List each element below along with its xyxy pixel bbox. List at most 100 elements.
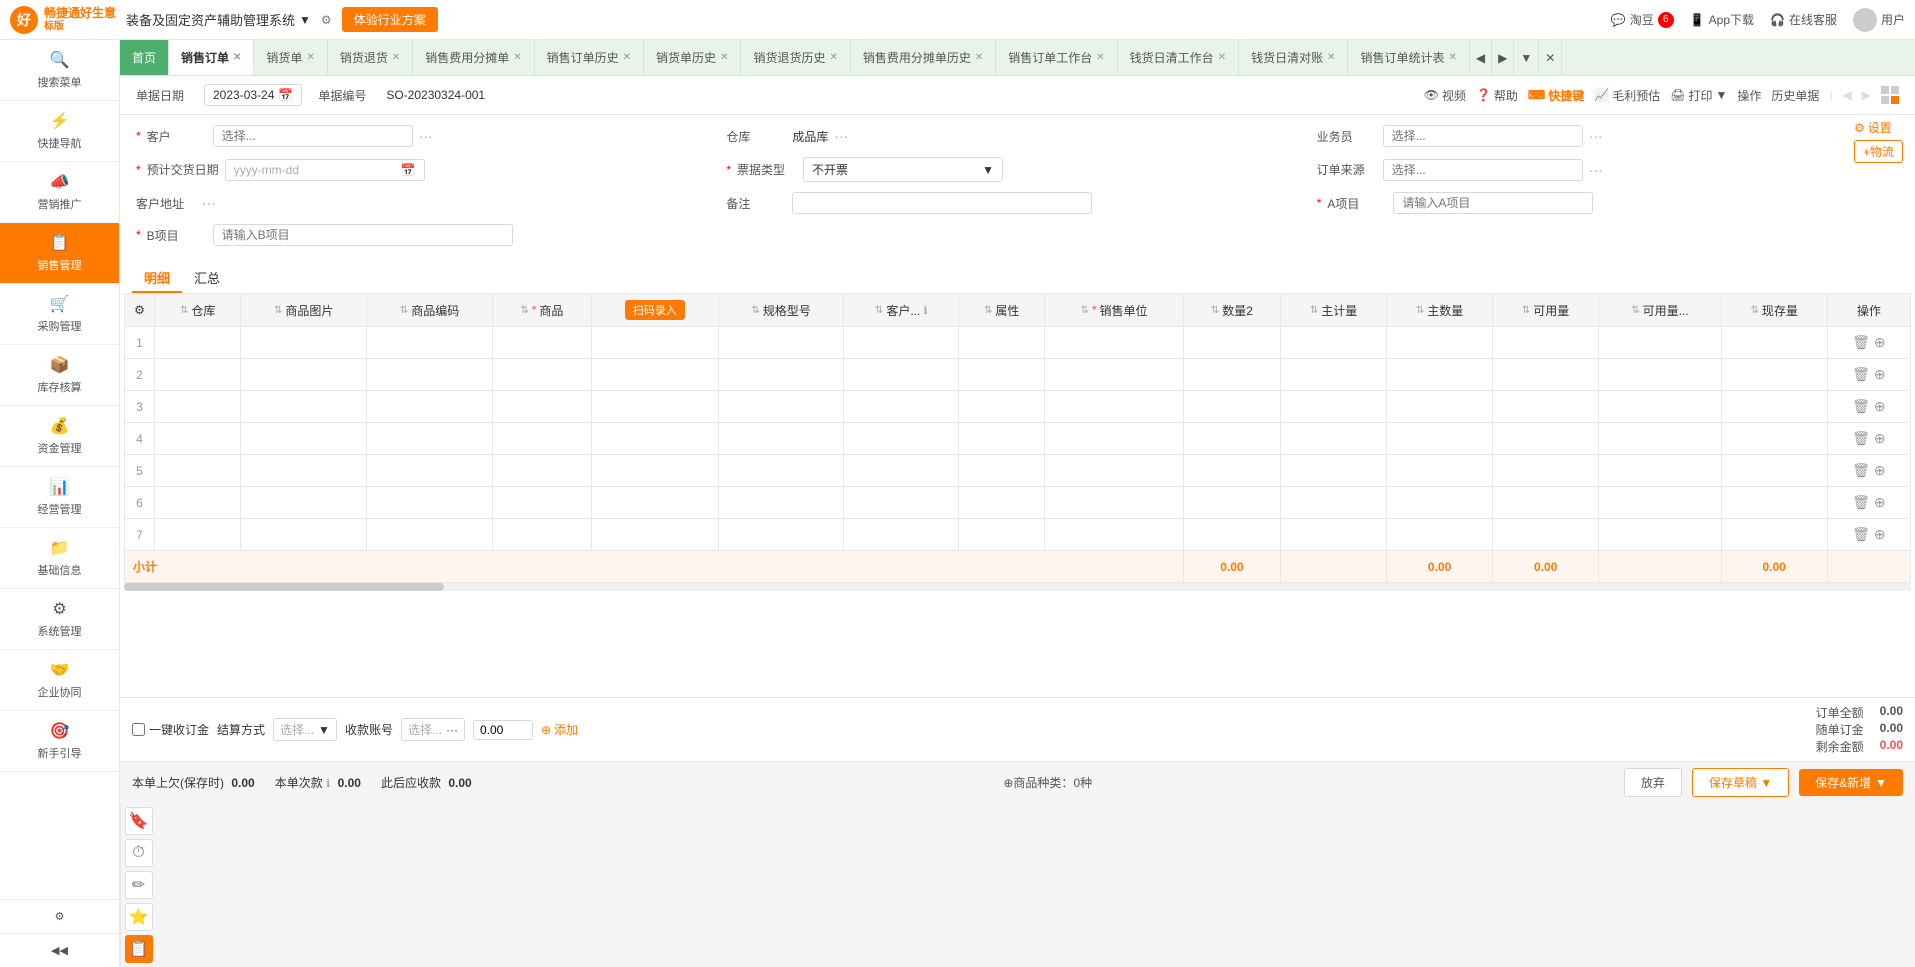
right-panel-star-icon[interactable]: ⭐ <box>125 903 153 931</box>
row-copy-icon[interactable]: ⊕ <box>1874 462 1886 479</box>
sidebar-collapse-btn[interactable]: ◀◀ <box>0 933 119 967</box>
row-customer-no[interactable] <box>844 519 959 551</box>
row-spec-model[interactable] <box>718 391 844 423</box>
account-select[interactable]: 选择... ··· <box>401 718 465 741</box>
row-spec-model[interactable] <box>718 519 844 551</box>
row-product-code[interactable] <box>367 327 493 359</box>
row-product[interactable] <box>492 455 591 487</box>
tab-close-icon[interactable]: ✕ <box>1096 52 1104 63</box>
row-customer-no[interactable] <box>844 455 959 487</box>
calendar-icon[interactable]: 📅 <box>278 88 293 102</box>
operations-btn[interactable]: 操作 <box>1737 87 1761 104</box>
app-download-item[interactable]: 📱 App下载 <box>1690 11 1754 28</box>
sidebar-item-marketing[interactable]: 📣 营销推广 <box>0 162 119 223</box>
row-attributes[interactable] <box>959 327 1045 359</box>
tab-close-icon[interactable]: ✕ <box>1218 52 1226 63</box>
row-warehouse[interactable] <box>155 519 241 551</box>
profit-btn[interactable]: 📈 毛利预估 <box>1594 87 1660 104</box>
row-product[interactable] <box>492 359 591 391</box>
row-product-code[interactable] <box>367 455 493 487</box>
row-qty2[interactable] <box>1183 423 1280 455</box>
row-product-code[interactable] <box>367 519 493 551</box>
row-qty2[interactable] <box>1183 455 1280 487</box>
tab-sales-order-history[interactable]: 销售订单历史 ✕ <box>535 40 644 76</box>
row-attributes[interactable] <box>959 391 1045 423</box>
payment-amount-input[interactable] <box>473 720 533 740</box>
tab-close-icon[interactable]: ✕ <box>513 52 521 63</box>
right-panel-clock-icon[interactable]: ⏱ <box>125 839 153 867</box>
tab-expense-history[interactable]: 销售费用分摊单历史 ✕ <box>851 40 996 76</box>
tab-summary[interactable]: 汇总 <box>182 264 232 293</box>
row-sales-unit[interactable] <box>1045 423 1183 455</box>
row-customer-no[interactable] <box>844 423 959 455</box>
tab-detail[interactable]: 明细 <box>132 264 182 293</box>
col-settings[interactable]: ⚙ <box>125 294 155 327</box>
row-attributes[interactable] <box>959 359 1045 391</box>
col-info-icon[interactable]: ℹ <box>923 304 927 317</box>
tab-close-icon[interactable]: ✕ <box>829 52 837 63</box>
row-customer-no[interactable] <box>844 359 959 391</box>
product-count-icon[interactable]: ⊕ <box>1003 776 1013 790</box>
row-qty2[interactable] <box>1183 391 1280 423</box>
row-delete-icon[interactable]: 🗑 <box>1852 334 1870 351</box>
row-main-qty[interactable] <box>1387 455 1493 487</box>
row-warehouse[interactable] <box>155 327 241 359</box>
sidebar-item-purchase[interactable]: 🛒 采购管理 <box>0 284 119 345</box>
tab-more-btn[interactable]: ▼ <box>1514 40 1539 76</box>
sidebar-item-quicknav[interactable]: ⚡ 快捷导航 <box>0 101 119 162</box>
customer-input[interactable] <box>213 125 413 147</box>
add-material-btn[interactable]: +物流 <box>1854 140 1903 163</box>
row-attributes[interactable] <box>959 455 1045 487</box>
salesperson-input[interactable] <box>1383 125 1583 147</box>
save-new-button[interactable]: 保存&新增 ▼ <box>1799 769 1903 796</box>
view-toggle-btn[interactable] <box>1881 86 1899 104</box>
tab-sales-expense[interactable]: 销售费用分摊单 ✕ <box>413 40 534 76</box>
row-main-qty[interactable] <box>1387 519 1493 551</box>
row-spec-model[interactable] <box>718 327 844 359</box>
save-draft-button[interactable]: 保存草稿 ▼ <box>1692 768 1789 797</box>
tab-sales-order[interactable]: 销售订单 ✕ <box>169 40 254 76</box>
row-spec-model[interactable] <box>718 359 844 391</box>
row-attributes[interactable] <box>959 487 1045 519</box>
account-dots-btn[interactable]: ··· <box>446 723 458 737</box>
tab-home[interactable]: 首页 <box>120 40 169 76</box>
row-main-qty[interactable] <box>1387 359 1493 391</box>
tab-close-icon[interactable]: ✕ <box>1449 52 1457 63</box>
row-product-code[interactable] <box>367 423 493 455</box>
salesperson-dots-btn[interactable]: ··· <box>1589 128 1603 144</box>
credit-info-icon[interactable]: ℹ <box>326 778 330 790</box>
remarks-input[interactable] <box>792 192 1092 214</box>
order-source-input[interactable] <box>1383 159 1583 181</box>
tab-close-icon[interactable]: ✕ <box>306 52 314 63</box>
settings-icon[interactable]: ⚙ <box>321 13 332 27</box>
tab-prev-btn[interactable]: ◀ <box>1470 40 1492 76</box>
right-panel-edit-icon[interactable]: ✏ <box>125 871 153 899</box>
tab-close-icon[interactable]: ✕ <box>233 52 241 63</box>
tab-sales-bill-history[interactable]: 销货单历史 ✕ <box>644 40 741 76</box>
tab-close-icon[interactable]: ✕ <box>392 52 400 63</box>
tab-close-all-btn[interactable]: ✕ <box>1539 40 1562 76</box>
sidebar-item-guide[interactable]: 🎯 新手引导 <box>0 711 119 772</box>
horizontal-scrollbar[interactable] <box>124 583 1911 591</box>
tab-next-btn[interactable]: ▶ <box>1492 40 1514 76</box>
date-field[interactable]: 2023-03-24 📅 <box>204 84 302 106</box>
solution-button[interactable]: 体验行业方案 <box>342 7 438 32</box>
row-warehouse[interactable] <box>155 487 241 519</box>
row-sales-unit[interactable] <box>1045 487 1183 519</box>
row-main-qty[interactable] <box>1387 327 1493 359</box>
row-customer-no[interactable] <box>844 327 959 359</box>
shortcut-btn[interactable]: ⌨ 快捷键 <box>1528 87 1584 104</box>
row-warehouse[interactable] <box>155 423 241 455</box>
notification-item[interactable]: 💬 淘豆 6 <box>1611 11 1674 28</box>
sidebar-item-system[interactable]: ⚙ 系统管理 <box>0 589 119 650</box>
tab-sales-bill[interactable]: 销货单 ✕ <box>254 40 327 76</box>
tab-return-history[interactable]: 销货退货历史 ✕ <box>741 40 850 76</box>
row-copy-icon[interactable]: ⊕ <box>1874 526 1886 543</box>
row-spec-model[interactable] <box>718 455 844 487</box>
settings-action-btn[interactable]: ⚙ 设置 <box>1854 119 1903 136</box>
row-attributes[interactable] <box>959 519 1045 551</box>
row-product[interactable] <box>492 327 591 359</box>
right-panel-clipboard-icon[interactable]: 📋 <box>125 935 153 963</box>
print-btn[interactable]: 🖨 打印 ▼ <box>1670 87 1727 104</box>
add-payment-btn[interactable]: ⊕ 添加 <box>541 721 578 738</box>
